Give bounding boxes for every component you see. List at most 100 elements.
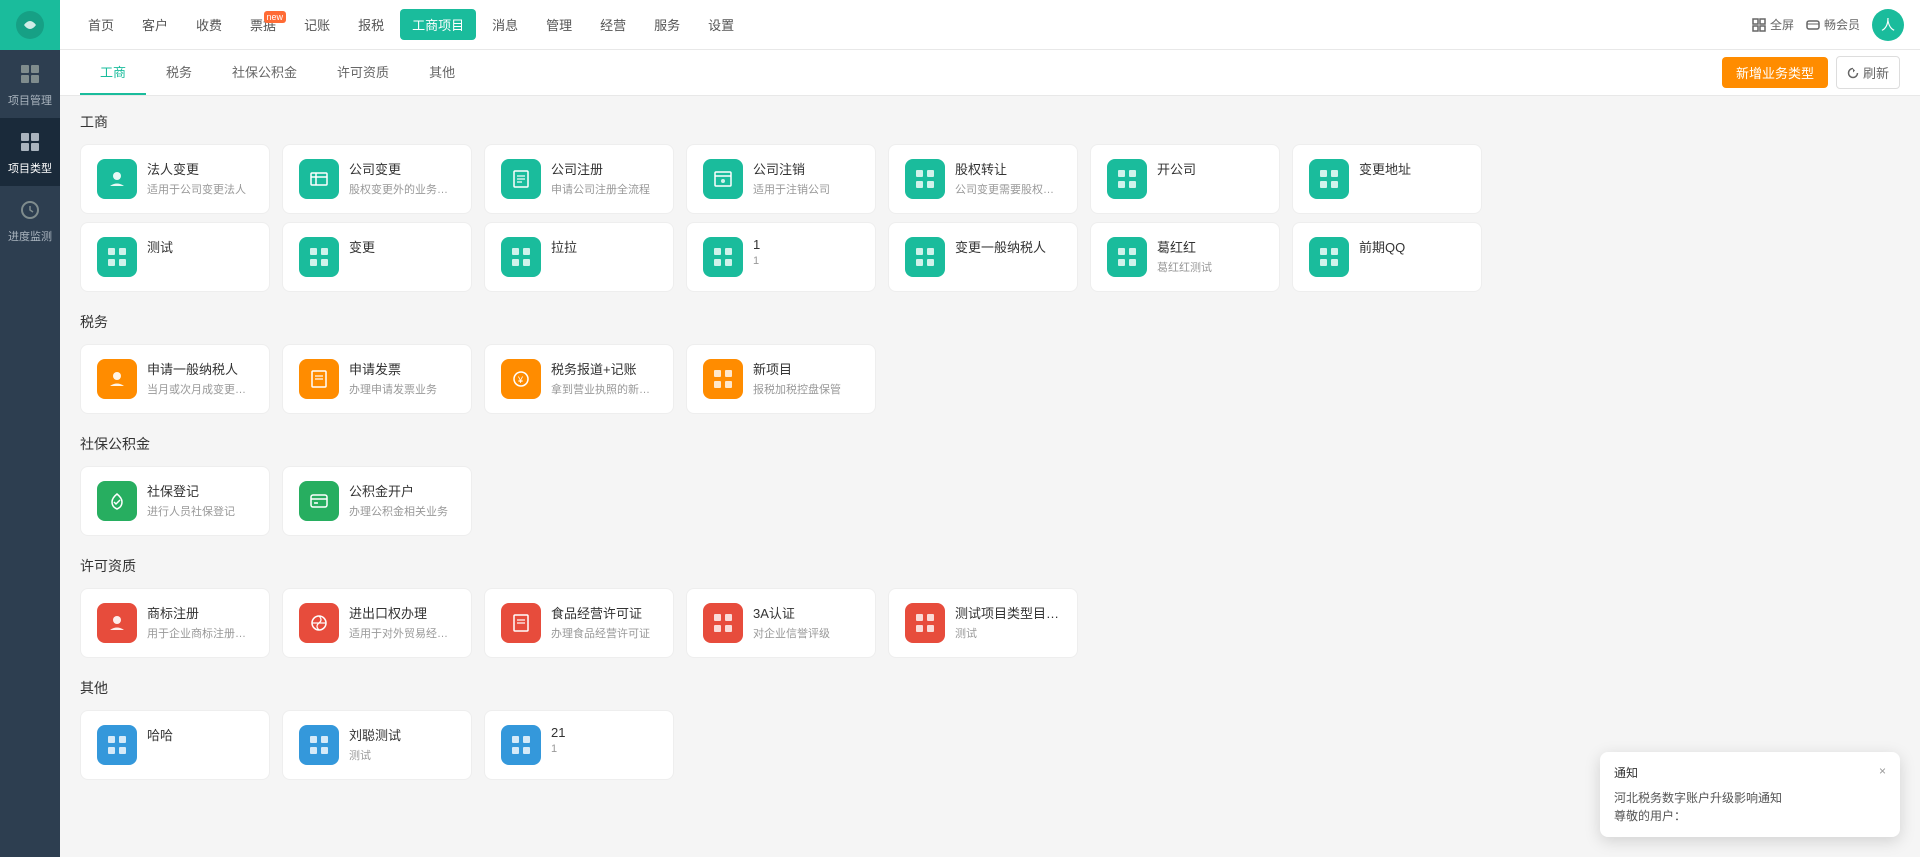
card-icon-test	[97, 237, 137, 277]
top-navigation: 首页 客户 收费 票据 new 记账 报税 工商项目 消息 管理 经营 服务 设…	[60, 0, 1920, 50]
card-title: 测试项目类型目定义	[955, 603, 1061, 622]
card-title: 税务报道+记账	[551, 359, 657, 378]
card-icon-import-export	[299, 603, 339, 643]
card-food-license[interactable]: 食品经营许可证 办理食品经营许可证	[484, 588, 674, 658]
card-icon-change-address	[1309, 159, 1349, 199]
user-avatar[interactable]: 人	[1872, 9, 1904, 41]
industrial-cards-grid-2: 测试 变更 拉拉	[80, 222, 1900, 292]
nav-home[interactable]: 首页	[76, 9, 126, 40]
nav-settings[interactable]: 设置	[696, 9, 746, 40]
card-desc: 1	[753, 255, 859, 267]
card-change-2[interactable]: 变更	[282, 222, 472, 292]
card-front-qq[interactable]: 前期QQ	[1292, 222, 1482, 292]
card-title: 葛红红	[1157, 237, 1263, 256]
card-liu-cong-test[interactable]: 刘聪测试 测试	[282, 710, 472, 780]
industrial-cards-grid: 法人变更 适用于公司变更法人 公司变更 股权变更外的业务变更	[80, 144, 1900, 214]
card-title: 进出口权办理	[349, 603, 455, 622]
nav-industrial[interactable]: 工商项目	[400, 9, 476, 40]
card-icon-fund-account	[299, 481, 339, 521]
card-change-address[interactable]: 变更地址	[1292, 144, 1482, 214]
nav-service[interactable]: 服务	[642, 9, 692, 40]
subtab-industrial[interactable]: 工商	[80, 50, 146, 95]
main-scroll-content: 工商 法人变更 适用于公司变更法人	[60, 96, 1920, 857]
card-change-taxpayer[interactable]: 变更一般纳税人	[888, 222, 1078, 292]
card-one[interactable]: 1 1	[686, 222, 876, 292]
card-company-change[interactable]: 公司变更 股权变更外的业务变更	[282, 144, 472, 214]
notification-title: 通知	[1614, 764, 1638, 781]
card-3a-cert[interactable]: 3A认证 对企业信誉评级	[686, 588, 876, 658]
card-ge-hong-hong[interactable]: 葛红红 葛红红测试	[1090, 222, 1280, 292]
progress-monitor-icon	[16, 196, 44, 224]
card-desc: 拿到营业执照的新公司	[551, 381, 657, 397]
card-title: 法人变更	[147, 159, 253, 178]
section-title-tax: 税务	[80, 312, 1900, 332]
card-title: 申请发票	[349, 359, 455, 378]
card-equity-transfer[interactable]: 股权转让 公司变更需要股权转让	[888, 144, 1078, 214]
card-trademark[interactable]: 商标注册 用于企业商标注册服务	[80, 588, 270, 658]
card-fund-account[interactable]: 公积金开户 办理公积金相关业务	[282, 466, 472, 536]
card-icon-equity-transfer	[905, 159, 945, 199]
card-company-cancel[interactable]: 公司注销 适用于注销公司	[686, 144, 876, 214]
card-apply-invoice[interactable]: 申请发票 办理申请发票业务	[282, 344, 472, 414]
subtab-social[interactable]: 社保公积金	[212, 50, 317, 95]
card-icon-3a-cert	[703, 603, 743, 643]
nav-billing[interactable]: 收费	[184, 9, 234, 40]
card-test-type[interactable]: 测试项目类型目定义 测试	[888, 588, 1078, 658]
refresh-button[interactable]: 刷新	[1836, 56, 1900, 89]
card-lala[interactable]: 拉拉	[484, 222, 674, 292]
nav-operations[interactable]: 经营	[588, 9, 638, 40]
sidebar-item-project-manage[interactable]: 项目管理	[0, 50, 60, 118]
subtab-tax[interactable]: 税务	[146, 50, 212, 95]
card-desc: 股权变更外的业务变更	[349, 181, 455, 197]
fullscreen-btn[interactable]: 全屏	[1752, 16, 1794, 33]
card-title: 前期QQ	[1359, 237, 1465, 256]
card-new-project[interactable]: 新项目 报税加税控盘保管	[686, 344, 876, 414]
notification-close-btn[interactable]: ×	[1879, 764, 1886, 781]
card-haha[interactable]: 哈哈	[80, 710, 270, 780]
new-type-button[interactable]: 新增业务类型	[1722, 57, 1828, 88]
subtab-other[interactable]: 其他	[409, 50, 475, 95]
card-icon-company-register	[501, 159, 541, 199]
card-icon-open-company	[1107, 159, 1147, 199]
card-icon-apply-taxpayer	[97, 359, 137, 399]
card-import-export[interactable]: 进出口权办理 适用于对外贸易经营者	[282, 588, 472, 658]
sub-tabs-bar: 工商 税务 社保公积金 许可资质 其他 新增业务类型 刷新	[60, 50, 1920, 96]
nav-customer[interactable]: 客户	[130, 9, 180, 40]
card-desc: 报税加税控盘保管	[753, 381, 859, 397]
sidebar-item-label: 项目管理	[8, 92, 52, 108]
card-title: 公积金开户	[349, 481, 455, 500]
card-open-company[interactable]: 开公司	[1090, 144, 1280, 214]
card-legal-change[interactable]: 法人变更 适用于公司变更法人	[80, 144, 270, 214]
card-desc: 公司变更需要股权转让	[955, 181, 1061, 197]
card-company-register[interactable]: 公司注册 申请公司注册全流程	[484, 144, 674, 214]
card-title: 1	[753, 237, 859, 252]
sidebar-item-progress-monitor[interactable]: 进度监测	[0, 186, 60, 254]
nav-accounting[interactable]: 记账	[292, 9, 342, 40]
nav-management[interactable]: 管理	[534, 9, 584, 40]
nav-invoice[interactable]: 票据 new	[238, 9, 288, 40]
card-desc: 用于企业商标注册服务	[147, 625, 253, 641]
sidebar-item-project-type[interactable]: 项目类型	[0, 118, 60, 186]
content-area: 工商 税务 社保公积金 许可资质 其他 新增业务类型 刷新 工商	[60, 50, 1920, 857]
card-apply-taxpayer[interactable]: 申请一般纳税人 当月或次月成变更完成	[80, 344, 270, 414]
card-tax-accounting[interactable]: ¥ 税务报道+记账 拿到营业执照的新公司	[484, 344, 674, 414]
card-test[interactable]: 测试	[80, 222, 270, 292]
card-desc: 办理申请发票业务	[349, 381, 455, 397]
card-icon-twenty-one	[501, 725, 541, 765]
nav-message[interactable]: 消息	[480, 9, 530, 40]
card-twenty-one[interactable]: 21 1	[484, 710, 674, 780]
tax-cards-grid: 申请一般纳税人 当月或次月成变更完成 申请发票 办理申请发票业务 ¥	[80, 344, 1900, 414]
nav-tax[interactable]: 报税	[346, 9, 396, 40]
card-title: 3A认证	[753, 603, 859, 622]
vip-btn[interactable]: 畅会员	[1806, 16, 1860, 33]
sidebar: 项目管理 项目类型 进度监测	[0, 0, 60, 857]
card-title: 开公司	[1157, 159, 1263, 178]
card-desc: 办理食品经营许可证	[551, 625, 657, 641]
subtab-license[interactable]: 许可资质	[317, 50, 409, 95]
nav-items: 首页 客户 收费 票据 new 记账 报税 工商项目 消息 管理 经营 服务 设…	[76, 9, 1752, 40]
card-social-register[interactable]: 社保登记 进行人员社保登记	[80, 466, 270, 536]
card-title: 哈哈	[147, 725, 253, 744]
card-desc: 1	[551, 743, 657, 755]
vip-label: 畅会员	[1824, 16, 1860, 33]
card-title: 社保登记	[147, 481, 253, 500]
